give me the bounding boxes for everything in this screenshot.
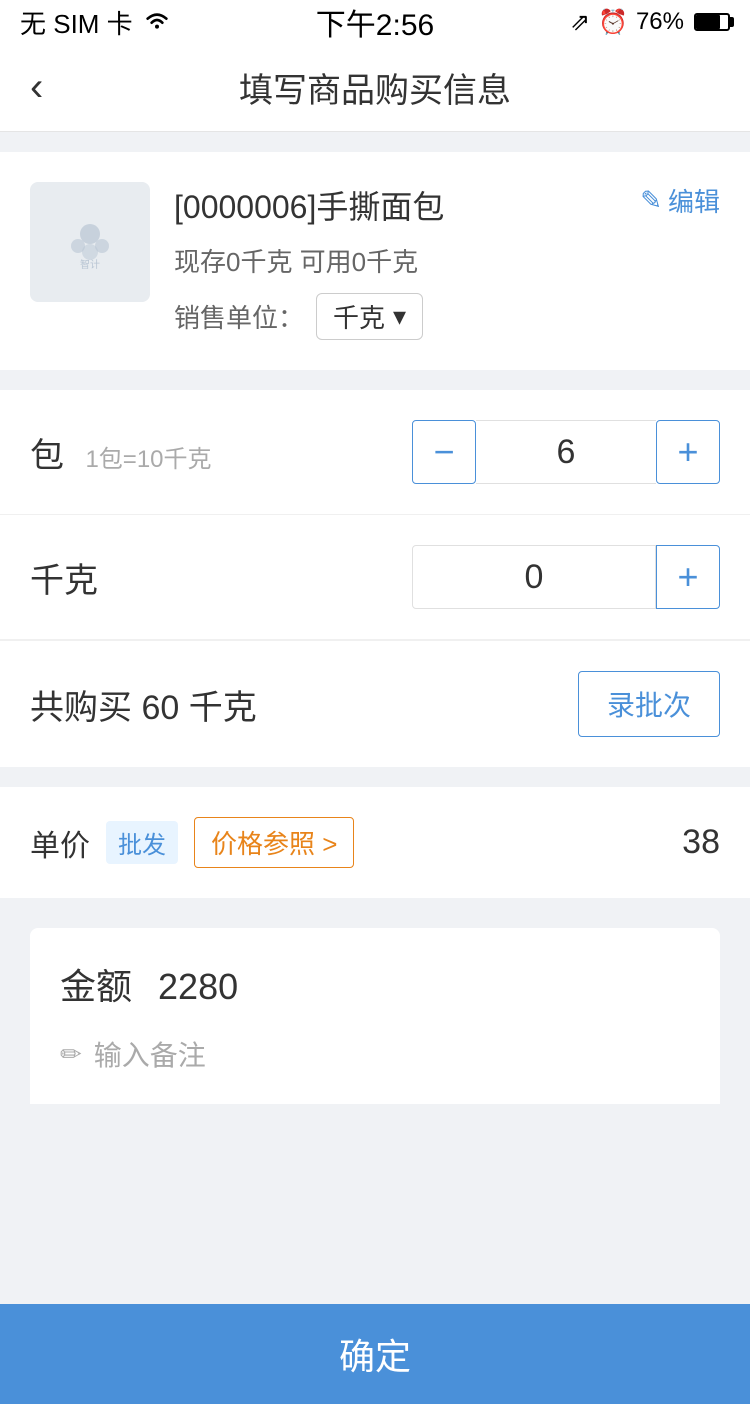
price-label: 单价 bbox=[30, 821, 90, 865]
amount-section: 金额 2280 ✏ 输入备注 bbox=[0, 898, 750, 1104]
product-name: [0000006]手撕面包 bbox=[174, 182, 720, 228]
battery-text: 76% bbox=[636, 8, 684, 36]
battery-icon bbox=[694, 13, 730, 31]
unit-selector[interactable]: 千克 ▾ bbox=[316, 293, 423, 340]
svg-text:智计: 智计 bbox=[80, 258, 100, 271]
kg-row: 千克 + bbox=[0, 515, 750, 640]
amount-value: 2280 bbox=[158, 966, 238, 1007]
wifi-icon bbox=[141, 7, 173, 38]
section-divider bbox=[0, 767, 750, 787]
remark-placeholder: 输入备注 bbox=[94, 1034, 206, 1074]
pencil-icon: ✏ bbox=[60, 1039, 82, 1070]
status-left: 无 SIM 卡 bbox=[20, 4, 173, 41]
amount-row: 金额 2280 ✏ 输入备注 bbox=[30, 928, 720, 1104]
bao-minus-button[interactable]: − bbox=[412, 420, 476, 484]
edit-button[interactable]: ✎ 编辑 bbox=[640, 182, 720, 219]
total-row: 共购买 60 千克 录批次 bbox=[0, 640, 750, 767]
price-tag: 批发 bbox=[106, 821, 178, 864]
bao-plus-button[interactable]: + bbox=[656, 420, 720, 484]
status-bar: 无 SIM 卡 下午2:56 ⇗ ⏰ 76% bbox=[0, 0, 750, 44]
input-section: 包 1包=10千克 − + 千克 + 共购买 60 千克 录批次 bbox=[0, 390, 750, 767]
edit-icon: ✎ bbox=[640, 185, 662, 216]
bao-hint: 1包=10千克 bbox=[85, 446, 211, 473]
unit-value: 千克 bbox=[333, 298, 385, 335]
page-title: 填写商品购买信息 bbox=[239, 63, 511, 112]
product-image: 智计 bbox=[30, 182, 150, 302]
kg-input[interactable] bbox=[412, 545, 656, 609]
kg-plus-button[interactable]: + bbox=[656, 545, 720, 609]
alarm-icon: ⏰ bbox=[598, 8, 628, 37]
price-value: 38 bbox=[682, 823, 720, 862]
bottom-area bbox=[0, 1104, 750, 1304]
product-info: [0000006]手撕面包 现存0千克 可用0千克 销售单位： 千克 ▾ bbox=[174, 182, 720, 340]
product-stock: 现存0千克 可用0千克 bbox=[174, 242, 720, 279]
kg-qty-control: + bbox=[412, 545, 720, 609]
total-text: 共购买 60 千克 bbox=[30, 680, 257, 729]
back-button[interactable]: ‹ bbox=[30, 65, 43, 110]
status-time: 下午2:56 bbox=[316, 0, 434, 44]
price-row: 单价 批发 价格参照 > 38 bbox=[30, 817, 720, 868]
edit-label: 编辑 bbox=[668, 182, 720, 219]
bao-label: 包 1包=10千克 bbox=[30, 428, 412, 477]
product-unit: 销售单位： 千克 ▾ bbox=[174, 293, 720, 340]
nav-bar: ‹ 填写商品购买信息 bbox=[0, 44, 750, 132]
kg-label: 千克 bbox=[30, 553, 412, 602]
confirm-button[interactable]: 确定 bbox=[0, 1304, 750, 1404]
amount-text: 金额 2280 bbox=[60, 958, 690, 1010]
bao-input[interactable] bbox=[476, 420, 656, 484]
remark-row[interactable]: ✏ 输入备注 bbox=[60, 1034, 690, 1074]
carrier-text: 无 SIM 卡 bbox=[20, 4, 133, 41]
price-ref-button[interactable]: 价格参照 > bbox=[194, 817, 354, 868]
status-right: ⇗ ⏰ 76% bbox=[570, 8, 730, 37]
unit-chevron-icon: ▾ bbox=[393, 301, 406, 332]
price-section: 单价 批发 价格参照 > 38 bbox=[0, 787, 750, 898]
batch-button[interactable]: 录批次 bbox=[578, 671, 720, 737]
bao-row: 包 1包=10千克 − + bbox=[0, 390, 750, 515]
location-icon: ⇗ bbox=[570, 8, 590, 37]
unit-label: 销售单位： bbox=[174, 298, 304, 335]
product-card: 智计 [0000006]手撕面包 现存0千克 可用0千克 销售单位： 千克 ▾ … bbox=[0, 152, 750, 370]
bao-qty-control: − + bbox=[412, 420, 720, 484]
